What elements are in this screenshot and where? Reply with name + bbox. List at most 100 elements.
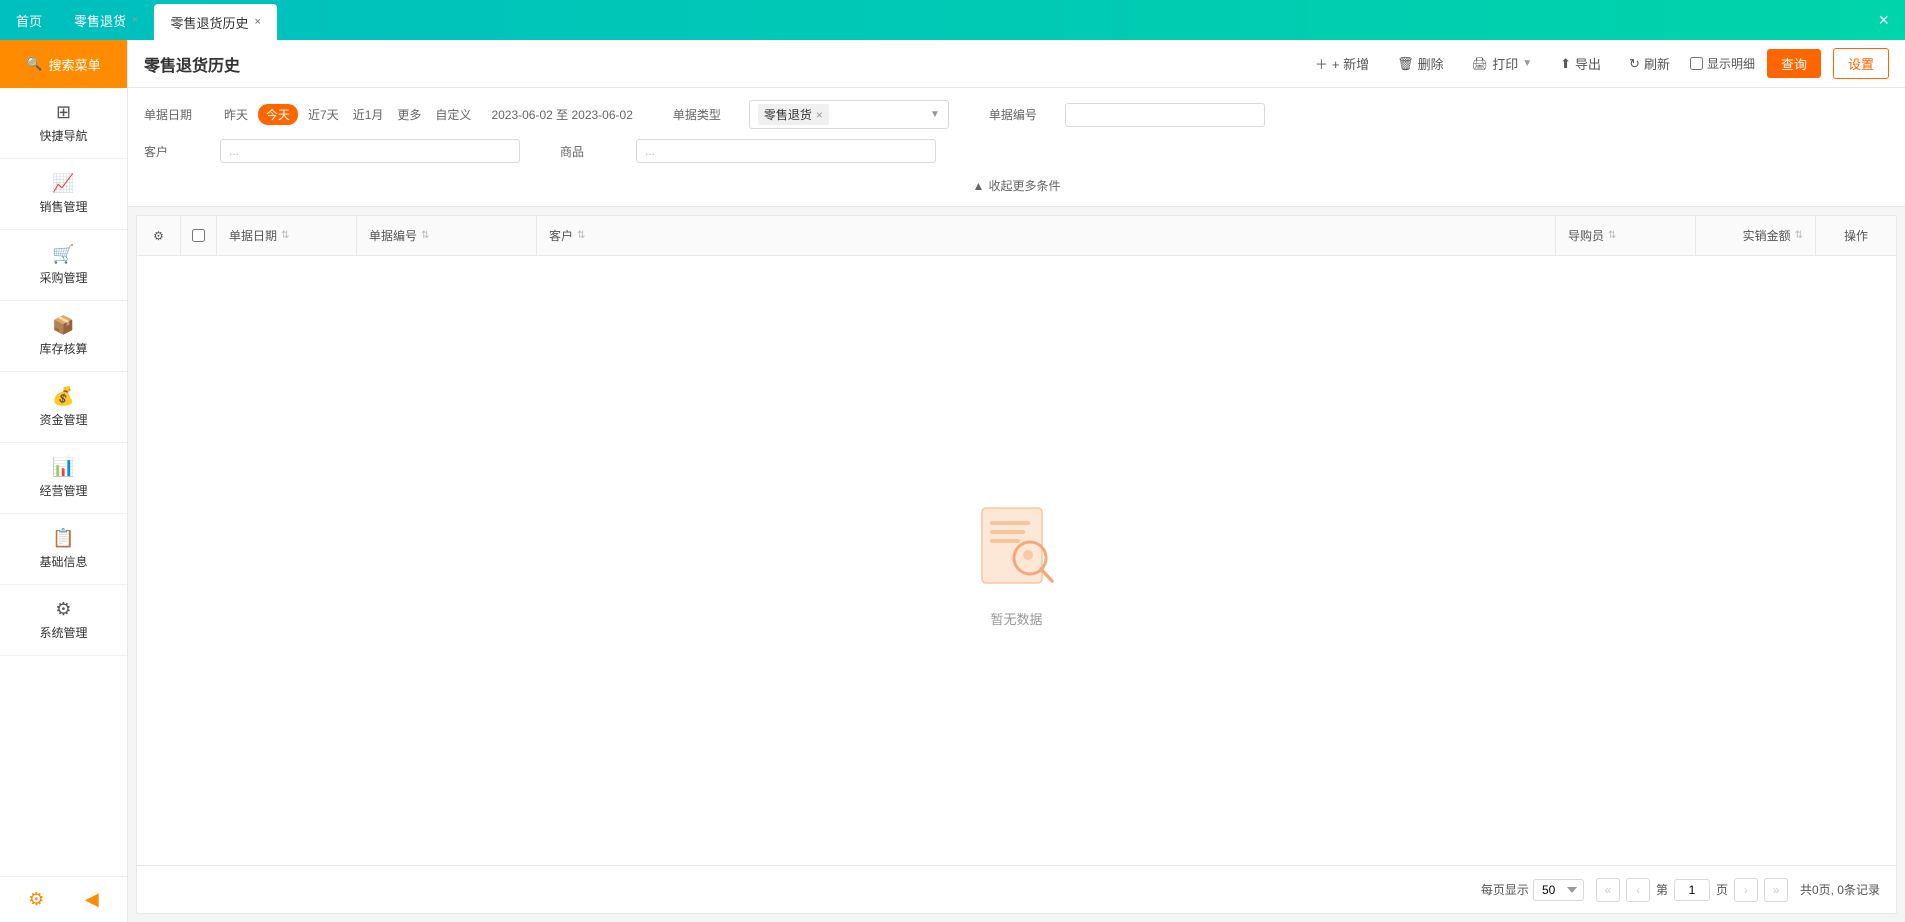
tab-retail-return-history-close[interactable]: ×: [254, 16, 260, 28]
print-icon: 🖨: [1472, 56, 1489, 72]
new-button[interactable]: ＋ + 新增: [1307, 50, 1377, 77]
customer-sort-icon[interactable]: ⇅: [577, 230, 585, 241]
sidebar-item-system[interactable]: ⚙ 系统管理: [0, 585, 127, 656]
th-checkbox[interactable]: [181, 216, 217, 255]
purchase-icon: 🛒: [52, 244, 74, 265]
sidebar-item-operations[interactable]: 📊 经营管理: [0, 443, 127, 514]
content-area: 零售退货历史 ＋ + 新增 🗑 删除 🖨 打印 ▼ ⬆ 导出: [128, 40, 1905, 922]
page-header: 零售退货历史 ＋ + 新增 🗑 删除 🖨 打印 ▼ ⬆ 导出: [128, 40, 1905, 88]
collapse-up-icon: ▲: [973, 179, 985, 193]
tab-retail-return[interactable]: 零售退货 ×: [58, 0, 154, 40]
sidebar-item-finance[interactable]: 💰 资金管理: [0, 372, 127, 443]
prev-page-button[interactable]: ‹: [1626, 878, 1650, 902]
sidebar-item-quick-nav-label: 快捷导航: [39, 127, 87, 144]
empty-state: 暂无数据: [137, 256, 1896, 865]
more-shortcut[interactable]: 更多: [393, 104, 425, 125]
operations-icon: 📊: [52, 457, 74, 478]
last-page-button[interactable]: »: [1764, 878, 1788, 902]
refresh-label: 刷新: [1644, 54, 1670, 73]
page-size-label: 每页显示: [1481, 881, 1529, 898]
display-switch-checkbox[interactable]: [1690, 57, 1703, 70]
page-label-suffix: 页: [1716, 881, 1728, 898]
table-footer: 每页显示 20 50 100 200 « ‹ 第 页 › »: [137, 865, 1896, 913]
collapse-label: 收起更多条件: [988, 177, 1060, 194]
window-close-button[interactable]: ×: [1862, 0, 1905, 40]
customer-label: 客户: [144, 143, 204, 160]
top-bar-spacer: [277, 0, 1863, 40]
refresh-button[interactable]: ↻ 刷新: [1621, 50, 1678, 77]
export-button[interactable]: ⬆ 导出: [1552, 50, 1609, 77]
bill-no-label: 单据编号: [989, 106, 1049, 123]
empty-text: 暂无数据: [990, 609, 1042, 628]
sidebar-item-purchase[interactable]: 🛒 采购管理: [0, 230, 127, 301]
date-sort-icon[interactable]: ⇅: [281, 230, 289, 241]
sidebar-item-basic-info-label: 基础信息: [39, 553, 87, 570]
delete-label: 删除: [1418, 54, 1444, 73]
th-amount-label: 实销金额: [1743, 227, 1791, 244]
page-size-select[interactable]: 20 50 100 200: [1533, 879, 1584, 901]
print-button[interactable]: 🖨 打印 ▼: [1464, 50, 1540, 77]
collapse-button[interactable]: ▲ 收起更多条件: [144, 173, 1889, 202]
guide-sort-icon[interactable]: ⇅: [1608, 230, 1616, 241]
filter-row-2: 客户 ... 商品 ...: [144, 139, 1889, 163]
bill-no-sort-icon[interactable]: ⇅: [421, 230, 429, 241]
sidebar-search[interactable]: 🔍 搜索菜单: [0, 40, 127, 88]
custom-shortcut[interactable]: 自定义: [431, 104, 475, 125]
top-bar: 首页 零售退货 × 零售退货历史 × ×: [0, 0, 1905, 40]
th-settings[interactable]: ⚙: [137, 216, 181, 255]
filter-row-1: 单据日期 昨天 今天 近7天 近1月 更多 自定义 2023-06-02 至 2…: [144, 100, 1889, 129]
query-button[interactable]: 查询: [1767, 49, 1821, 78]
next-page-button[interactable]: ›: [1734, 878, 1758, 902]
page-label-prefix: 第: [1656, 881, 1668, 898]
tab-retail-return-history-label: 零售退货历史: [170, 13, 248, 32]
sidebar-item-quick-nav[interactable]: ⊞ 快捷导航: [0, 88, 127, 159]
sidebar-item-operations-label: 经营管理: [39, 482, 87, 499]
customer-input[interactable]: ...: [220, 139, 520, 163]
settings-bottom-icon[interactable]: ⚙: [28, 889, 44, 910]
type-label: 单据类型: [673, 106, 733, 123]
search-icon: 🔍: [26, 56, 42, 72]
type-dropdown-icon: ▼: [930, 109, 940, 120]
collapse-sidebar-icon[interactable]: ◀: [85, 889, 99, 910]
total-info: 共0页, 0条记录: [1800, 881, 1880, 898]
print-label: 打印: [1492, 54, 1518, 73]
goods-input[interactable]: ...: [636, 139, 936, 163]
delete-button[interactable]: 🗑 删除: [1389, 50, 1452, 77]
week-shortcut[interactable]: 近7天: [304, 104, 343, 125]
inventory-icon: 📦: [52, 315, 74, 336]
type-tag-close-icon[interactable]: ×: [816, 108, 823, 122]
sidebar: 🔍 搜索菜单 ⊞ 快捷导航 📈 销售管理 🛒 采购管理 📦 库存核算 💰 资金管…: [0, 40, 128, 922]
today-shortcut[interactable]: 今天: [258, 104, 298, 125]
th-bill-no: 单据编号 ⇅: [357, 216, 537, 255]
select-all-checkbox[interactable]: [192, 229, 205, 242]
sidebar-item-basic-info[interactable]: 📋 基础信息: [0, 514, 127, 585]
th-date: 单据日期 ⇅: [217, 216, 357, 255]
export-label: 导出: [1575, 54, 1601, 73]
quick-nav-icon: ⊞: [56, 102, 71, 123]
tab-retail-return-close[interactable]: ×: [132, 14, 138, 26]
sidebar-search-label: 搜索菜单: [49, 55, 101, 74]
new-icon: ＋: [1315, 54, 1328, 73]
th-amount: 实销金额 ⇅: [1696, 216, 1816, 255]
main-layout: 🔍 搜索菜单 ⊞ 快捷导航 📈 销售管理 🛒 采购管理 📦 库存核算 💰 资金管…: [0, 40, 1905, 922]
amount-sort-icon[interactable]: ⇅: [1795, 230, 1803, 241]
yesterday-shortcut[interactable]: 昨天: [220, 104, 252, 125]
type-selector[interactable]: 零售退货 × ▼: [749, 100, 949, 129]
sidebar-item-inventory[interactable]: 📦 库存核算: [0, 301, 127, 372]
type-tag-value: 零售退货: [764, 106, 812, 123]
page-number-input[interactable]: [1674, 879, 1710, 901]
sidebar-item-sales[interactable]: 📈 销售管理: [0, 159, 127, 230]
bill-no-input[interactable]: [1065, 103, 1265, 127]
tab-home[interactable]: 首页: [0, 0, 58, 40]
first-page-button[interactable]: «: [1596, 878, 1620, 902]
th-guide: 导购员 ⇅: [1556, 216, 1696, 255]
sales-icon: 📈: [52, 173, 74, 194]
sidebar-item-finance-label: 资金管理: [39, 411, 87, 428]
goods-label: 商品: [560, 143, 620, 160]
settings-button[interactable]: 设置: [1833, 48, 1889, 79]
month-shortcut[interactable]: 近1月: [349, 104, 388, 125]
filter-area: 单据日期 昨天 今天 近7天 近1月 更多 自定义 2023-06-02 至 2…: [128, 88, 1905, 207]
tab-retail-return-history[interactable]: 零售退货历史 ×: [154, 4, 276, 40]
th-action-label: 操作: [1844, 227, 1868, 244]
page-size-selector: 每页显示 20 50 100 200: [1481, 879, 1584, 901]
